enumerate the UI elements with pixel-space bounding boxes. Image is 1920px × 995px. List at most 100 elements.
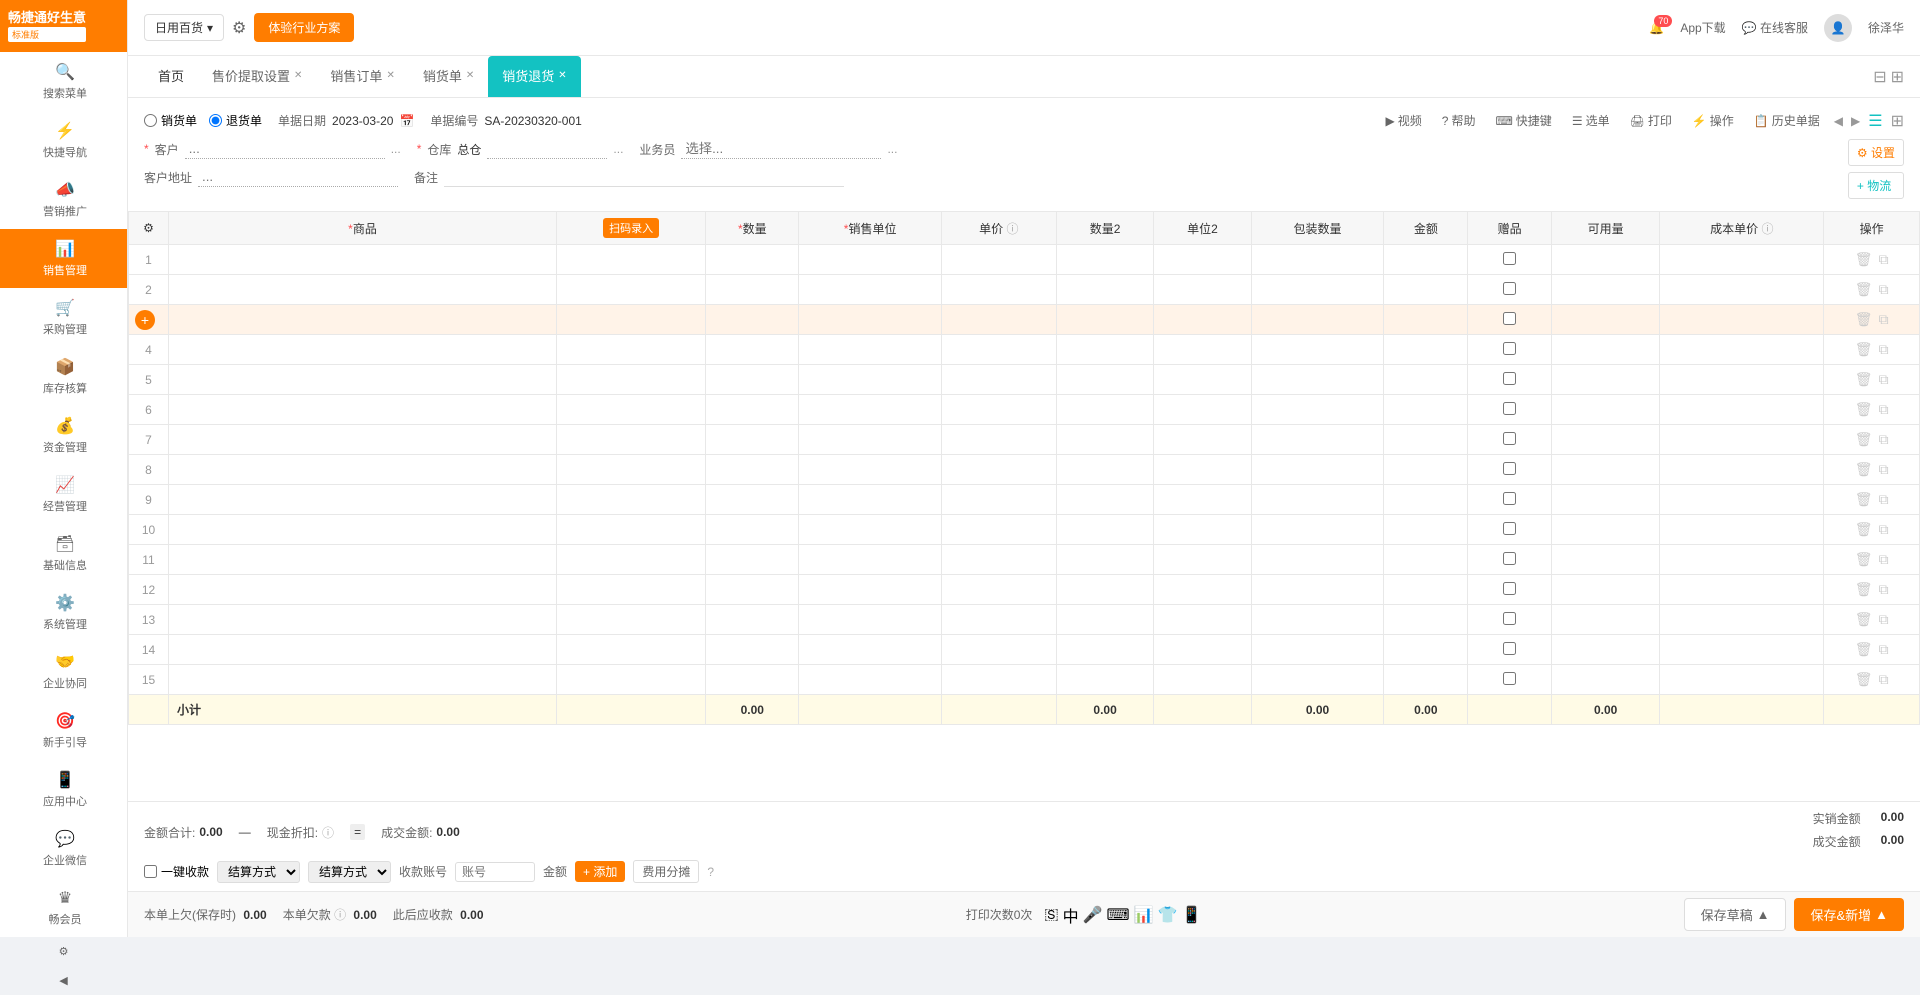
col-settings[interactable]: ⚙ [129, 212, 169, 245]
sidebar-item-operations[interactable]: 📈 经营管理 [0, 465, 127, 524]
gift-checkbox[interactable] [1503, 462, 1516, 475]
shortcut-btn[interactable]: ⌨ 快捷键 [1489, 110, 1557, 131]
copy-icon[interactable]: ⧉ [1879, 491, 1889, 508]
row-2-pack-quantity[interactable] [1251, 275, 1384, 305]
customer-input[interactable] [185, 139, 385, 159]
maximize-icon[interactable]: ⊞ [1891, 67, 1904, 87]
select-order-btn[interactable]: ☰ 选单 [1566, 110, 1616, 131]
row-2-quantity[interactable] [706, 275, 799, 305]
sidebar-item-inventory[interactable]: 📦 库存核算 [0, 347, 127, 406]
salesperson-dots[interactable]: ... [887, 142, 897, 156]
sidebar-item-vip[interactable]: ♛ 畅会员 [0, 878, 127, 937]
gift-checkbox[interactable] [1503, 492, 1516, 505]
row-2-gift-checkbox[interactable] [1503, 282, 1516, 295]
tab-home[interactable]: 首页 [144, 56, 198, 97]
copy-icon[interactable]: ⧉ [1879, 371, 1889, 388]
row-2-unit-price[interactable] [941, 275, 1056, 305]
delete-icon[interactable]: 🗑 [1855, 671, 1873, 688]
minimize-icon[interactable]: ⊟ [1873, 67, 1886, 87]
row-2-copy-icon[interactable]: ⧉ [1879, 281, 1889, 298]
copy-icon[interactable]: ⧉ [1879, 611, 1889, 628]
copy-icon[interactable]: ⧉ [1879, 461, 1889, 478]
row-2-quantity2[interactable] [1056, 275, 1153, 305]
copy-icon[interactable]: ⧉ [1879, 671, 1889, 688]
row-1-unit-price[interactable] [941, 245, 1056, 275]
warehouse-input[interactable] [487, 139, 607, 159]
radio-sale-input[interactable] [144, 114, 157, 127]
app-download-link[interactable]: App下载 [1680, 19, 1725, 36]
gift-checkbox[interactable] [1503, 522, 1516, 535]
tab-sales-delivery[interactable]: 销货单 ✕ [409, 56, 488, 97]
delete-icon[interactable]: 🗑 [1855, 551, 1873, 568]
row-3-delete-icon[interactable]: 🗑 [1855, 311, 1873, 328]
account-input[interactable] [455, 862, 535, 882]
delete-icon[interactable]: 🗑 [1855, 581, 1873, 598]
sidebar-settings-btn[interactable]: ⚙ [0, 937, 127, 966]
delete-icon[interactable]: 🗑 [1855, 401, 1873, 418]
tab-close-sales-return[interactable]: ✕ [558, 70, 566, 81]
form-settings-button[interactable]: ⚙ 设置 [1848, 139, 1904, 166]
sidebar-item-basic[interactable]: 🗃 基础信息 [0, 524, 127, 583]
experience-button[interactable]: 体验行业方案 [254, 13, 354, 42]
address-input[interactable] [198, 167, 398, 187]
sidebar-item-system[interactable]: ⚙️ 系统管理 [0, 583, 127, 642]
row-1-gift-checkbox[interactable] [1503, 252, 1516, 265]
calculation-method-select[interactable]: 结算方式 [308, 861, 391, 883]
tool-icon-2[interactable]: 中 [1063, 903, 1079, 927]
gift-checkbox[interactable] [1503, 402, 1516, 415]
single-owe-icon[interactable]: ⓘ [334, 908, 346, 922]
row-3-copy-icon[interactable]: ⧉ [1879, 311, 1889, 328]
video-btn[interactable]: ▶ 视频 [1380, 110, 1428, 131]
grid-view-icon[interactable]: ⊞ [1891, 111, 1904, 131]
sidebar-item-wechat[interactable]: 💬 企业微信 [0, 819, 127, 878]
row-3-quantity[interactable] [706, 305, 799, 335]
notes-input[interactable] [444, 167, 844, 187]
equals-sign[interactable]: = [350, 824, 365, 840]
tab-close-price-settings[interactable]: ✕ [294, 70, 302, 81]
add-row-button[interactable]: + [135, 310, 155, 330]
row-3-gift[interactable] [1468, 305, 1552, 335]
copy-icon[interactable]: ⧉ [1879, 431, 1889, 448]
daily-category-select[interactable]: 日用百货 ▾ [144, 14, 224, 41]
tool-icon-6[interactable]: 👕 [1158, 905, 1178, 925]
row-3-gift-checkbox[interactable] [1503, 312, 1516, 325]
tab-sales-return[interactable]: 销货退货 ✕ [488, 56, 580, 97]
online-service-link[interactable]: 💬 在线客服 [1742, 19, 1808, 36]
row-2-unit2[interactable] [1154, 275, 1251, 305]
gift-checkbox[interactable] [1503, 432, 1516, 445]
date-value[interactable]: 2023-03-20 [332, 114, 393, 128]
radio-return-input[interactable] [209, 114, 222, 127]
sidebar-item-sales[interactable]: 📊 销售管理 [0, 229, 127, 288]
row-2-delete-icon[interactable]: 🗑 [1855, 281, 1873, 298]
gift-checkbox[interactable] [1503, 582, 1516, 595]
print-btn[interactable]: 🖨 打印 [1624, 110, 1678, 131]
row-1-gift[interactable] [1468, 245, 1552, 275]
save-draft-button[interactable]: 保存草稿 ▲ [1684, 898, 1787, 931]
help-btn[interactable]: ? 帮助 [1436, 110, 1482, 131]
delete-icon[interactable]: 🗑 [1855, 431, 1873, 448]
radio-sale-doc[interactable]: 销货单 [144, 112, 197, 129]
settlement-method-select[interactable]: 结算方式 [217, 861, 300, 883]
row-1-unit2[interactable] [1154, 245, 1251, 275]
row-3-sales-unit[interactable] [799, 305, 941, 335]
row-1-amount[interactable] [1384, 245, 1468, 275]
row-1-sales-unit[interactable] [799, 245, 941, 275]
tab-price-settings[interactable]: 售价提取设置 ✕ [198, 56, 316, 97]
gift-checkbox[interactable] [1503, 372, 1516, 385]
sidebar-item-appstore[interactable]: 📱 应用中心 [0, 760, 127, 819]
add-payment-button[interactable]: + 添加 [575, 861, 625, 882]
tab-close-sales-delivery[interactable]: ✕ [466, 70, 474, 81]
delete-icon[interactable]: 🗑 [1855, 641, 1873, 658]
gift-checkbox[interactable] [1503, 642, 1516, 655]
salesperson-input[interactable] [681, 139, 881, 159]
row-3-pack-quantity[interactable] [1251, 305, 1384, 335]
history-btn[interactable]: 📋 历史单据 [1748, 110, 1826, 131]
row-3-unit-price[interactable] [941, 305, 1056, 335]
row-1-product[interactable] [169, 245, 557, 275]
nav-prev-icon[interactable]: ◀ [1834, 114, 1843, 128]
gift-checkbox[interactable] [1503, 672, 1516, 685]
sidebar-item-finance[interactable]: 💰 资金管理 [0, 406, 127, 465]
tool-icon-5[interactable]: 📊 [1134, 905, 1154, 925]
row-3-product[interactable] [169, 305, 557, 335]
delete-icon[interactable]: 🗑 [1855, 461, 1873, 478]
